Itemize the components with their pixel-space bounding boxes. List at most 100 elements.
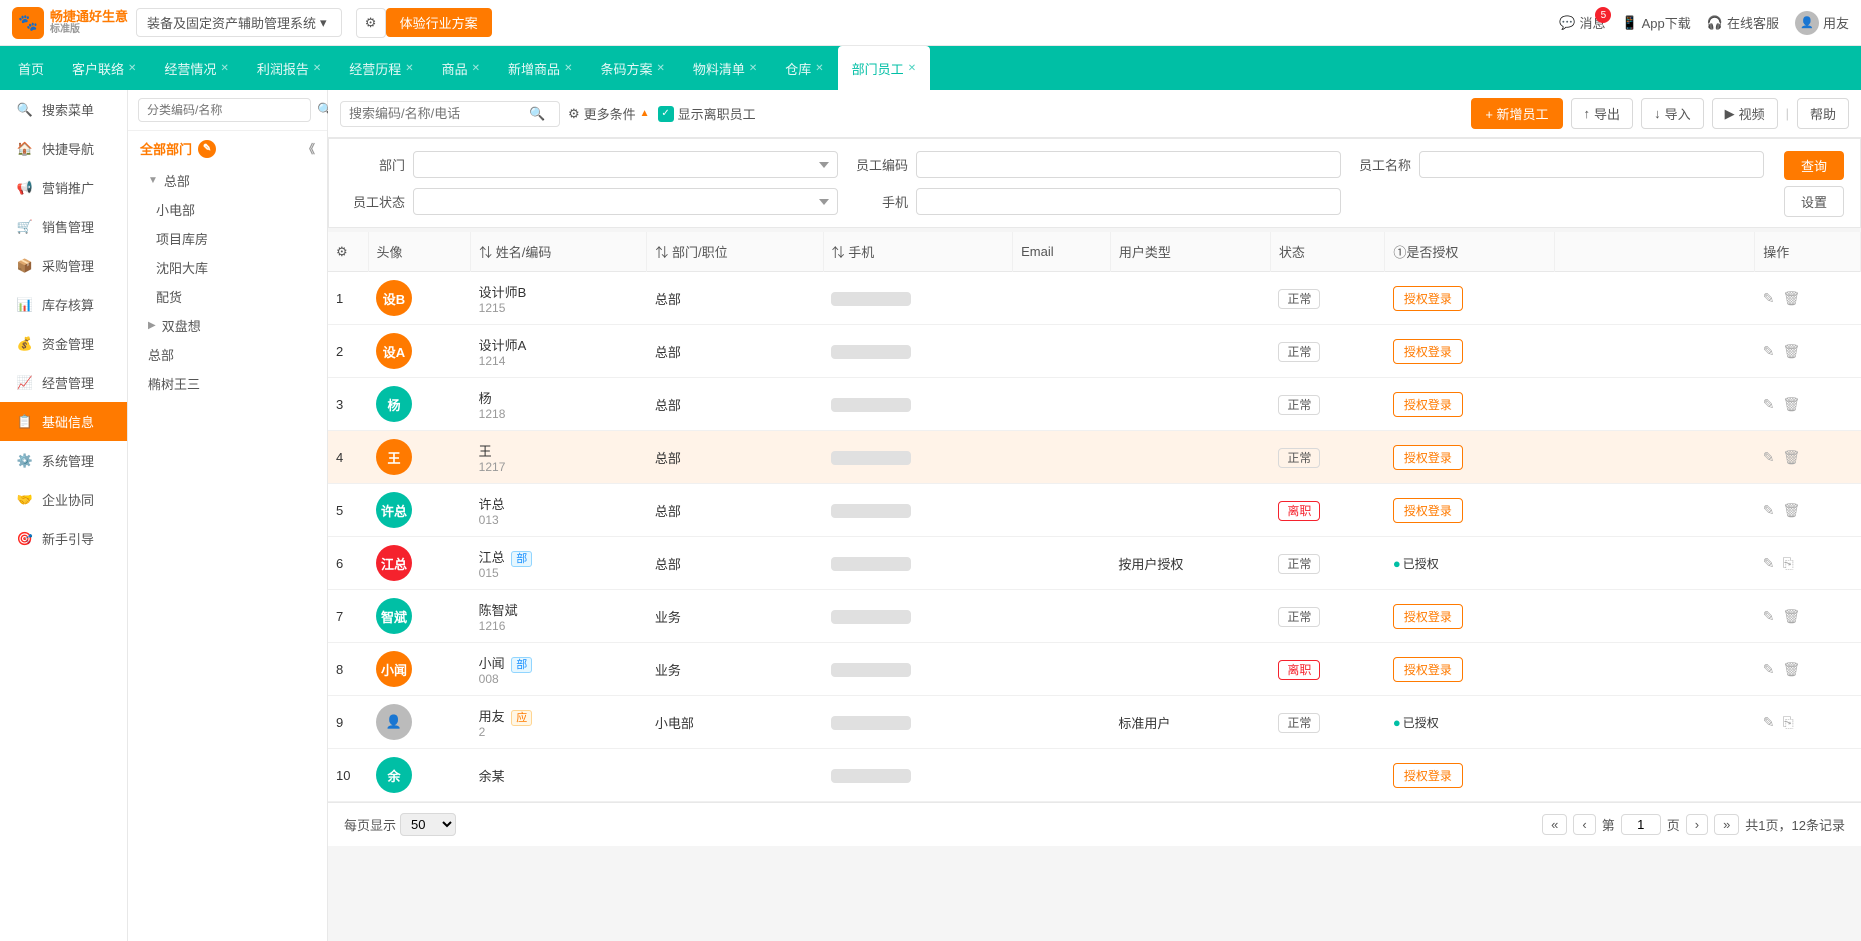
page-size-select[interactable]: 50 100 (400, 813, 456, 836)
auth-button[interactable]: 授权登录 (1393, 763, 1463, 788)
edit-icon[interactable]: ✎ (1763, 502, 1775, 519)
tab-home[interactable]: 首页 (4, 46, 58, 90)
sidebar-item-quicknav[interactable]: 🏠 快捷导航 (0, 129, 127, 168)
copy-icon[interactable]: ⎘ (1783, 555, 1794, 572)
service-button[interactable]: 🎧 在线客服 (1707, 13, 1779, 32)
close-icon[interactable]: ✕ (815, 63, 823, 74)
sidebar-item-purchase[interactable]: 📦 采购管理 (0, 246, 127, 285)
add-employee-button[interactable]: + 新增员工 (1471, 98, 1562, 129)
edit-icon[interactable]: ✎ (1763, 555, 1775, 572)
app-download-button[interactable]: 📱 App下载 (1621, 13, 1690, 32)
edit-icon[interactable]: ✎ (1763, 396, 1775, 413)
auth-button[interactable]: 授权登录 (1393, 392, 1463, 417)
auth-button[interactable]: 授权登录 (1393, 445, 1463, 470)
close-icon[interactable]: ✕ (564, 63, 572, 74)
first-page-button[interactable]: « (1542, 814, 1567, 835)
sidebar-item-search[interactable]: 🔍 搜索菜单 (0, 90, 127, 129)
tab-new-product[interactable]: 新增商品 ✕ (494, 46, 586, 90)
dept-root-label[interactable]: 全部部门 ✎ 《 (128, 131, 327, 166)
edit-icon[interactable]: ✎ (1763, 343, 1775, 360)
video-button[interactable]: ▶ 视频 (1712, 98, 1778, 129)
settings-button[interactable]: ⚙ (356, 8, 386, 38)
trial-button[interactable]: 体验行业方案 (386, 8, 492, 37)
dept-node-xiangmu[interactable]: 项目库房 (128, 224, 327, 253)
tab-product[interactable]: 商品 ✕ (428, 46, 494, 90)
auth-button[interactable]: 授权登录 (1393, 498, 1463, 523)
dept-node-peihuo[interactable]: 配货 (128, 282, 327, 311)
close-icon[interactable]: ✕ (472, 63, 480, 74)
prev-page-button[interactable]: ‹ (1573, 814, 1595, 835)
more-conditions-button[interactable]: ⚙ 更多条件 ▲ (568, 104, 650, 123)
sidebar-item-sales[interactable]: 🛒 销售管理 (0, 207, 127, 246)
delete-icon[interactable]: 🗑 (1783, 608, 1801, 625)
sidebar-item-basicinfo[interactable]: 📋 基础信息 (0, 402, 127, 441)
close-icon[interactable]: ✕ (908, 63, 916, 74)
emp-name-input[interactable] (1419, 151, 1764, 178)
message-button[interactable]: 💬 消息 5 (1559, 13, 1605, 32)
close-icon[interactable]: ✕ (656, 63, 664, 74)
col-dept[interactable]: ⇅ 部门/职位 (647, 232, 823, 272)
search-button[interactable]: 查询 (1784, 151, 1844, 180)
dept-node-zongbu2[interactable]: 总部 (128, 340, 327, 369)
delete-icon[interactable]: 🗑 (1783, 290, 1801, 307)
delete-icon[interactable]: 🗑 (1783, 396, 1801, 413)
page-input[interactable] (1621, 814, 1661, 835)
sidebar-item-inventory[interactable]: 📊 库存核算 (0, 285, 127, 324)
sidebar-item-cooperation[interactable]: 🤝 企业协同 (0, 480, 127, 519)
sidebar-item-finance[interactable]: 💰 资金管理 (0, 324, 127, 363)
tab-profit[interactable]: 利润报告 ✕ (243, 46, 335, 90)
sidebar-item-marketing[interactable]: 📢 营销推广 (0, 168, 127, 207)
tab-customer[interactable]: 客户联络 ✕ (58, 46, 150, 90)
delete-icon[interactable]: 🗑 (1783, 502, 1801, 519)
delete-icon[interactable]: 🗑 (1783, 343, 1801, 360)
status-select[interactable] (413, 188, 838, 215)
collapse-icon[interactable]: 《 (303, 140, 315, 157)
close-icon[interactable]: ✕ (313, 63, 321, 74)
close-icon[interactable]: ✕ (749, 63, 757, 74)
user-button[interactable]: 👤 用友 (1795, 11, 1849, 35)
table-settings-icon[interactable]: ⚙ (336, 244, 348, 259)
auth-button[interactable]: 授权登录 (1393, 286, 1463, 311)
edit-icon[interactable]: ✎ (1763, 290, 1775, 307)
edit-icon[interactable]: ✎ (1763, 608, 1775, 625)
dept-node-puti[interactable]: 椭树王三 (128, 369, 327, 398)
dept-node-zongbu[interactable]: ▼ 总部 (128, 166, 327, 195)
auth-button[interactable]: 授权登录 (1393, 604, 1463, 629)
edit-icon[interactable]: ✎ (1763, 449, 1775, 466)
import-button[interactable]: ↓ 导入 (1641, 98, 1704, 129)
dept-node-shuangpan[interactable]: ▶ 双盘想 (128, 311, 327, 340)
edit-icon[interactable]: ✎ (1763, 714, 1775, 731)
tab-dept-staff[interactable]: 部门员工 ✕ (838, 46, 930, 90)
tab-barcode[interactable]: 条码方案 ✕ (586, 46, 678, 90)
show-resigned-checkbox[interactable]: ✓ 显示离职员工 (658, 104, 756, 123)
col-name[interactable]: ⇅ 姓名/编码 (471, 232, 647, 272)
copy-icon[interactable]: ⎘ (1783, 714, 1794, 731)
col-settings[interactable]: ⚙ (328, 232, 368, 272)
sidebar-item-operation[interactable]: 📈 经营管理 (0, 363, 127, 402)
col-phone[interactable]: ⇅ 手机 (823, 232, 1013, 272)
emp-code-input[interactable] (916, 151, 1341, 178)
export-button[interactable]: ↑ 导出 (1571, 98, 1634, 129)
tab-operation-status[interactable]: 经营情况 ✕ (150, 46, 242, 90)
sidebar-item-guide[interactable]: 🎯 新手引导 (0, 519, 127, 558)
dept-node-shenyang[interactable]: 沈阳大库 (128, 253, 327, 282)
reset-button[interactable]: 设置 (1784, 186, 1844, 217)
search-input[interactable] (349, 106, 529, 121)
tab-warehouse[interactable]: 仓库 ✕ (771, 46, 837, 90)
dept-node-xiaodian[interactable]: 小电部 (128, 195, 327, 224)
help-button[interactable]: 帮助 (1797, 98, 1849, 129)
next-page-button[interactable]: › (1686, 814, 1708, 835)
system-selector[interactable]: 装备及固定资产辅助管理系统 ▾ (136, 8, 342, 37)
auth-button[interactable]: 授权登录 (1393, 339, 1463, 364)
dept-select[interactable] (413, 151, 838, 178)
search-submit-icon[interactable]: 🔍 (529, 106, 545, 122)
edit-dept-icon[interactable]: ✎ (198, 140, 216, 158)
close-icon[interactable]: ✕ (128, 63, 136, 74)
phone-input[interactable] (916, 188, 1341, 215)
tab-history[interactable]: 经营历程 ✕ (335, 46, 427, 90)
edit-icon[interactable]: ✎ (1763, 661, 1775, 678)
close-icon[interactable]: ✕ (220, 63, 228, 74)
sidebar-item-system[interactable]: ⚙️ 系统管理 (0, 441, 127, 480)
delete-icon[interactable]: 🗑 (1783, 449, 1801, 466)
auth-button[interactable]: 授权登录 (1393, 657, 1463, 682)
